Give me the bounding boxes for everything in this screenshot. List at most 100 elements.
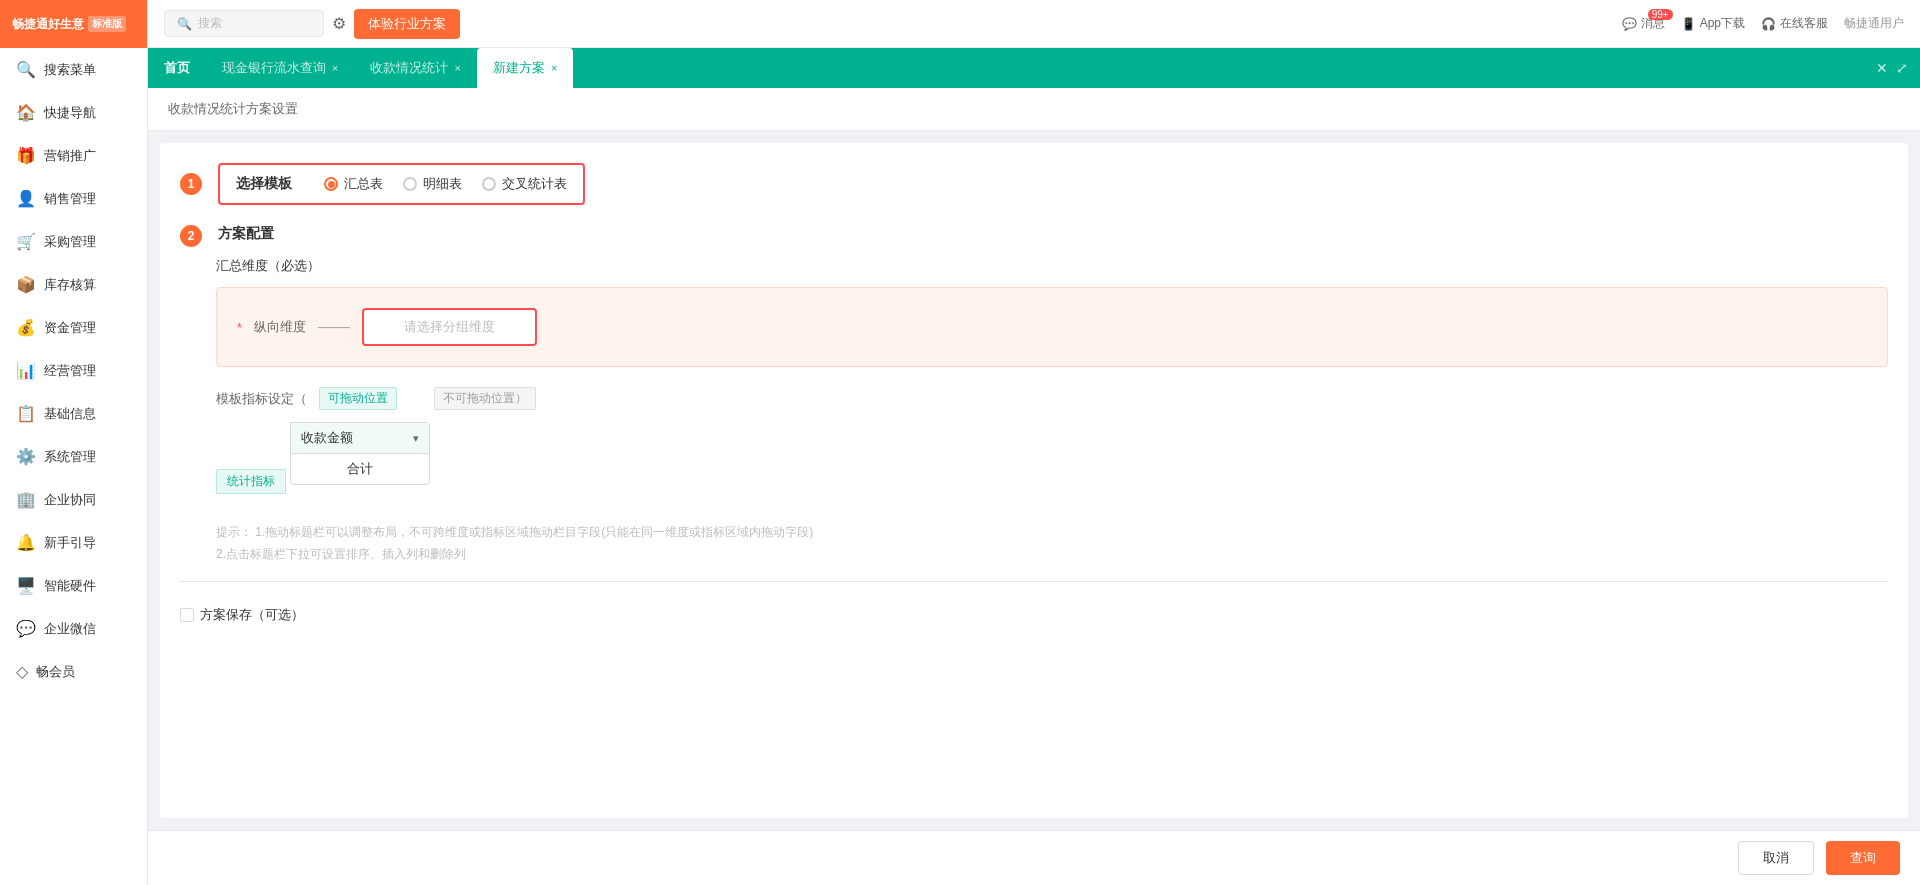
- chevron-down-icon[interactable]: ▾: [413, 432, 419, 445]
- sidebar-item-basic-info[interactable]: 📋 基础信息: [0, 392, 147, 435]
- metrics-section: 模板指标设定（ 可拖动位置 不可拖动位置） 统计指标: [216, 387, 1888, 494]
- expand-icon[interactable]: ⤢: [1896, 60, 1908, 76]
- section1-row: 1 选择模板 汇总表 明细表 交叉统: [180, 163, 1888, 205]
- sidebar-item-marketing[interactable]: 🎁 营销推广: [0, 134, 147, 177]
- sidebar-item-label: 基础信息: [44, 405, 96, 423]
- save-plan-checkbox[interactable]: 方案保存（可选）: [180, 606, 304, 624]
- sidebar-item-purchase[interactable]: 🛒 采购管理: [0, 220, 147, 263]
- template-selector-box: 选择模板 汇总表 明细表 交叉统计表: [218, 163, 585, 205]
- form-area: 1 选择模板 汇总表 明细表 交叉统: [160, 143, 1908, 818]
- tab-bank-flow-close[interactable]: ×: [332, 62, 338, 74]
- radio-cross-circle: [482, 177, 496, 191]
- sidebar-item-quick-nav[interactable]: 🏠 快捷导航: [0, 91, 147, 134]
- message-icon: 💬: [1622, 17, 1637, 31]
- tab-new-plan[interactable]: 新建方案 ×: [477, 48, 573, 88]
- dim-select-button[interactable]: 请选择分组维度: [362, 308, 537, 346]
- stats-label: 统计指标: [216, 469, 286, 494]
- main-area: 🔍 搜索 ⚙ 体验行业方案 💬 消息 99+ 📱 App下载 🎧 在线客服 畅捷…: [148, 0, 1920, 885]
- section2-row: 2 方案配置: [180, 225, 1888, 247]
- draggable-tag: 可拖动位置: [319, 387, 397, 410]
- sidebar-item-sales[interactable]: 👤 销售管理: [0, 177, 147, 220]
- service-label: 在线客服: [1780, 15, 1828, 32]
- gift-icon: 🎁: [16, 146, 36, 165]
- logo-text: 畅捷通好生意: [12, 16, 84, 33]
- tab-bank-flow[interactable]: 现金银行流水查询 ×: [206, 48, 354, 88]
- sidebar-item-label: 资金管理: [44, 319, 96, 337]
- sidebar-item-label: 企业微信: [44, 620, 96, 638]
- settings-icon[interactable]: ⚙: [332, 14, 346, 33]
- sidebar-item-member[interactable]: ◇ 畅会员: [0, 650, 147, 693]
- sub-section-title: 汇总维度（必选）: [216, 257, 1888, 275]
- hint-line-1: 提示： 1.拖动标题栏可以调整布局，不可跨维度或指标区域拖动栏目字段(只能在同一…: [216, 522, 1888, 544]
- radio-summary-label: 汇总表: [344, 175, 383, 193]
- chart-icon: 📊: [16, 361, 36, 380]
- list-icon: 📋: [16, 404, 36, 423]
- header-right: 💬 消息 99+ 📱 App下载 🎧 在线客服 畅捷通用户: [1622, 15, 1904, 32]
- sidebar-item-system[interactable]: ⚙️ 系统管理: [0, 435, 147, 478]
- section1-title: 选择模板: [236, 175, 292, 193]
- gear-icon: ⚙️: [16, 447, 36, 466]
- vertical-dim-label: 纵向维度: [254, 318, 306, 336]
- sidebar-item-label: 销售管理: [44, 190, 96, 208]
- radio-detail-label: 明细表: [423, 175, 462, 193]
- hint-area: 提示： 1.拖动标题栏可以调整布局，不可跨维度或指标区域拖动栏目字段(只能在同一…: [216, 510, 1888, 565]
- tab-receipt-stat-close[interactable]: ×: [454, 62, 460, 74]
- divider: [180, 581, 1888, 582]
- sidebar-item-hardware[interactable]: 🖥️ 智能硬件: [0, 564, 147, 607]
- tab-bank-flow-label: 现金银行流水查询: [222, 59, 326, 77]
- query-button[interactable]: 查询: [1826, 841, 1900, 875]
- search-icon: 🔍: [16, 60, 36, 79]
- stats-table-header[interactable]: 收款金额 ▾: [291, 423, 429, 454]
- sidebar-item-label: 快捷导航: [44, 104, 96, 122]
- tab-receipt-stat[interactable]: 收款情况统计 ×: [354, 48, 476, 88]
- online-service-item[interactable]: 🎧 在线客服: [1761, 15, 1828, 32]
- header-left: 🔍 搜索 ⚙ 体验行业方案: [164, 9, 460, 39]
- version-badge: 标准版: [88, 16, 126, 32]
- stats-header-cell: 收款金额: [301, 429, 353, 447]
- radio-detail-circle: [403, 177, 417, 191]
- close-window-icon[interactable]: ✕: [1876, 60, 1888, 76]
- template-radio-group: 汇总表 明细表 交叉统计表: [324, 175, 567, 193]
- sidebar-item-weixin[interactable]: 💬 企业微信: [0, 607, 147, 650]
- sidebar-item-label: 新手引导: [44, 534, 96, 552]
- search-placeholder: 搜索: [198, 15, 222, 32]
- sidebar-item-enterprise[interactable]: 🏢 企业协同: [0, 478, 147, 521]
- radio-summary-circle: [324, 177, 338, 191]
- bottom-section: 方案保存（可选）: [180, 598, 1888, 624]
- section2-content: 汇总维度（必选） * 纵向维度 —— 请选择分组维度 模板指标设定（: [216, 257, 1888, 565]
- sidebar-item-operation[interactable]: 📊 经营管理: [0, 349, 147, 392]
- required-star: *: [237, 320, 242, 335]
- cart-icon: 🛒: [16, 232, 36, 251]
- bell-icon: 🔔: [16, 533, 36, 552]
- sidebar-item-label: 经营管理: [44, 362, 96, 380]
- radio-detail[interactable]: 明细表: [403, 175, 462, 193]
- tab-new-plan-label: 新建方案: [493, 59, 545, 77]
- sidebar-item-label: 采购管理: [44, 233, 96, 251]
- headset-icon: 🎧: [1761, 17, 1776, 31]
- home-icon: 🏠: [16, 103, 36, 122]
- sidebar-item-search-menu[interactable]: 🔍 搜索菜单: [0, 48, 147, 91]
- username-label: 畅捷通用户: [1844, 15, 1904, 32]
- cancel-button[interactable]: 取消: [1738, 841, 1814, 875]
- message-badge[interactable]: 💬 消息 99+: [1622, 15, 1665, 32]
- sidebar-item-finance[interactable]: 💰 资金管理: [0, 306, 147, 349]
- tab-home[interactable]: 首页: [148, 48, 206, 88]
- search-icon: 🔍: [177, 17, 192, 31]
- app-download-item[interactable]: 📱 App下载: [1681, 15, 1745, 32]
- building-icon: 🏢: [16, 490, 36, 509]
- sidebar-item-guide[interactable]: 🔔 新手引导: [0, 521, 147, 564]
- non-draggable-text: 不可拖动位置）: [443, 391, 527, 405]
- sidebar-item-inventory[interactable]: 📦 库存核算: [0, 263, 147, 306]
- checkbox-box: [180, 608, 194, 622]
- radio-cross[interactable]: 交叉统计表: [482, 175, 567, 193]
- tab-new-plan-close[interactable]: ×: [551, 62, 557, 74]
- hint-line-2: 2.点击标题栏下拉可设置排序、插入列和删除列: [216, 544, 1888, 566]
- header-search[interactable]: 🔍 搜索: [164, 10, 324, 37]
- download-label: App下载: [1700, 15, 1745, 32]
- monitor-icon: 🖥️: [16, 576, 36, 595]
- radio-summary[interactable]: 汇总表: [324, 175, 383, 193]
- sidebar-logo: 畅捷通好生意 标准版: [0, 0, 147, 48]
- industry-plan-button[interactable]: 体验行业方案: [354, 9, 460, 39]
- dimension-row: * 纵向维度 —— 请选择分组维度: [237, 308, 1867, 346]
- tab-bar: 首页 现金银行流水查询 × 收款情况统计 × 新建方案 × ✕ ⤢: [148, 48, 1920, 88]
